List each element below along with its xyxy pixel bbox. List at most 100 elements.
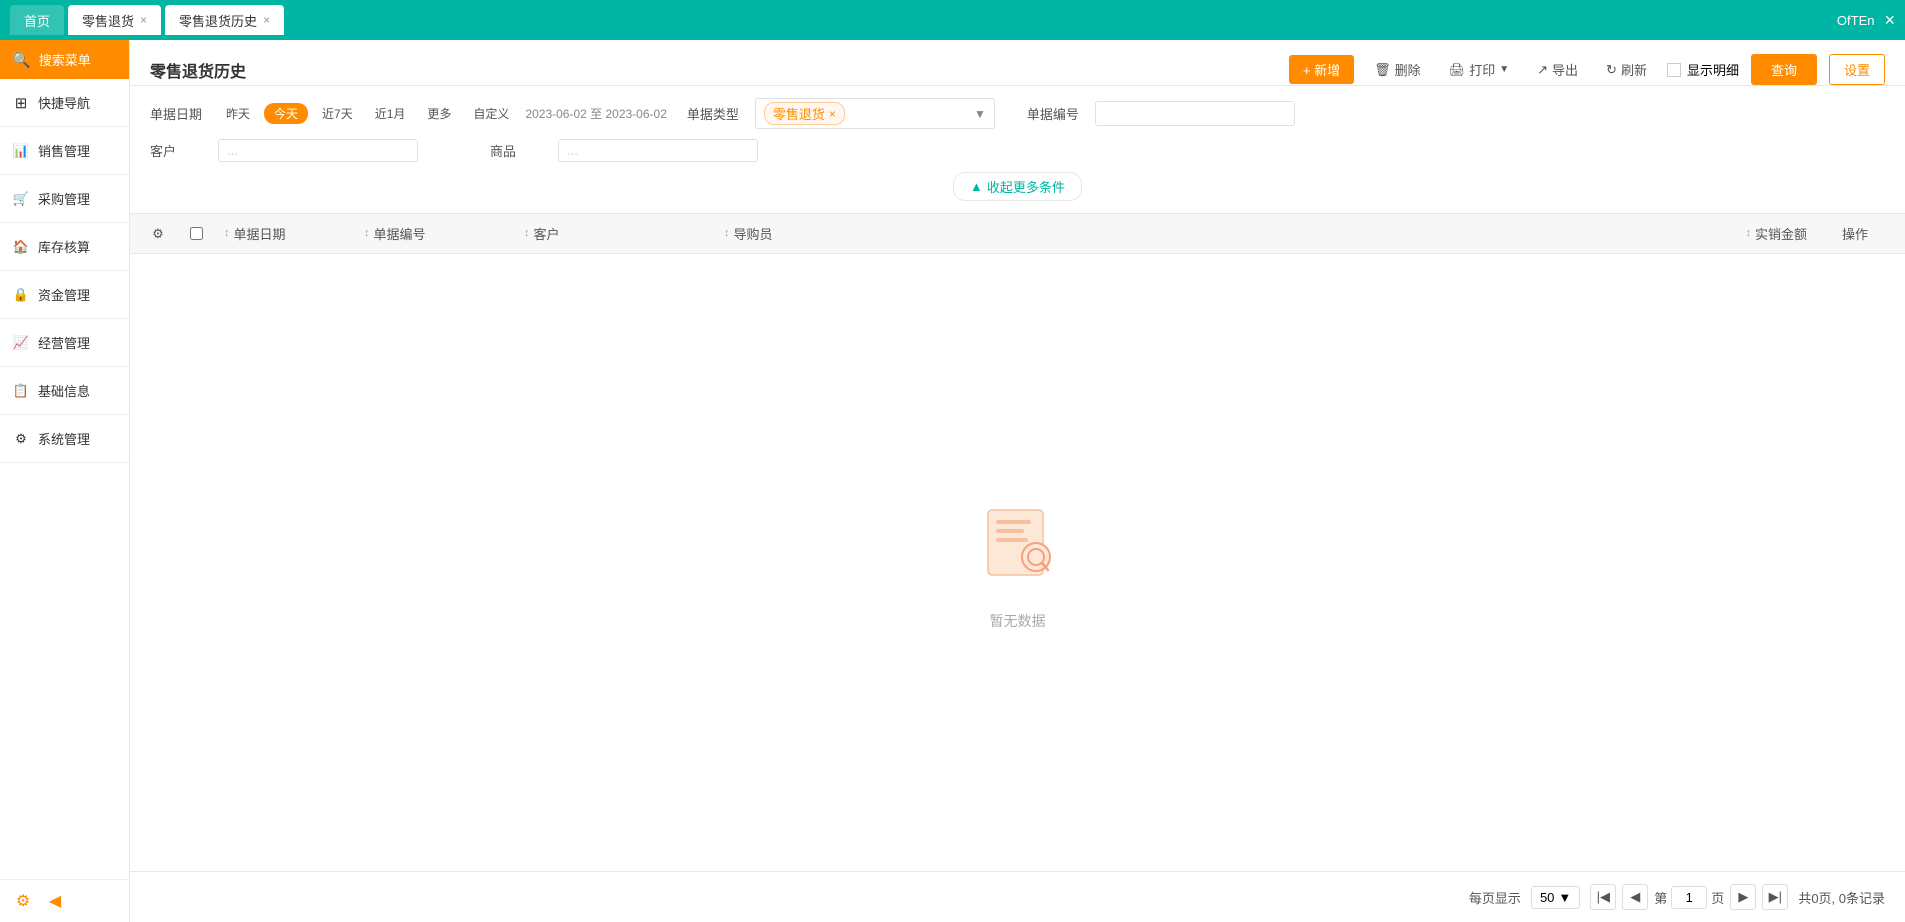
- collapse-sidebar-icon[interactable]: ◀: [44, 890, 66, 912]
- filter-area: 单据日期 昨天 今天 近7天 近1月 更多 自定义 2023-06-02 至 2…: [130, 86, 1905, 214]
- bill-type-tag-close[interactable]: ×: [829, 107, 836, 121]
- page-nav: |◀ ◀ 第 页 ▶ ▶|: [1590, 884, 1788, 910]
- goods-filter-group: 商品 ...: [490, 139, 810, 162]
- show-detail-label: 显示明细: [1687, 60, 1739, 79]
- sidebar-item-quick-nav[interactable]: ⊞ 快捷导航: [0, 79, 129, 127]
- print-button[interactable]: 🖨 打印 ▼: [1441, 56, 1517, 83]
- date-range-display: 2023-06-02 至 2023-06-02: [525, 105, 666, 122]
- per-page-dropdown-icon: ▼: [1558, 890, 1571, 905]
- new-button[interactable]: + 新增: [1289, 55, 1354, 84]
- th-amount[interactable]: ↕ 实销金额: [856, 224, 1815, 243]
- goods-select[interactable]: ...: [558, 139, 758, 162]
- sidebar-item-inventory[interactable]: 🏠 库存核算: [0, 223, 129, 271]
- th-checkbox[interactable]: [176, 227, 216, 240]
- th-date[interactable]: ↕ 单据日期: [216, 224, 356, 243]
- per-page-select[interactable]: 50 ▼: [1531, 886, 1580, 909]
- customer-filter-group: 客户 ...: [150, 139, 470, 162]
- select-all-checkbox[interactable]: [190, 227, 203, 240]
- purchase-mgmt-icon: 🛒: [12, 190, 30, 208]
- collapse-button[interactable]: ▲ 收起更多条件: [953, 172, 1082, 201]
- empty-state: 暂无数据: [130, 254, 1905, 871]
- tab-retail-return-history-close[interactable]: ×: [263, 13, 270, 27]
- bill-type-select[interactable]: 零售退货 × ▼: [755, 98, 995, 129]
- th-customer[interactable]: ↕ 客户: [516, 224, 716, 243]
- business-mgmt-icon: 📈: [12, 334, 30, 352]
- date-btn-yesterday[interactable]: 昨天: [218, 103, 258, 124]
- date-filters: 昨天 今天 近7天 近1月 更多 自定义: [218, 103, 517, 124]
- sidebar-item-sys-mgmt-label: 系统管理: [38, 429, 90, 448]
- export-button[interactable]: ↗ 导出: [1529, 56, 1586, 83]
- quick-nav-icon: ⊞: [12, 94, 30, 112]
- sidebar-item-business-mgmt[interactable]: 📈 经营管理: [0, 319, 129, 367]
- date-sort-icon: ↕: [224, 228, 230, 239]
- tab-home-label: 首页: [24, 11, 50, 30]
- query-button[interactable]: 查询: [1751, 54, 1817, 85]
- tab-retail-return[interactable]: 零售退货 ×: [68, 5, 161, 35]
- delete-button-label: 删除: [1395, 60, 1421, 79]
- page-number-input[interactable]: [1671, 886, 1707, 909]
- bill-no-filter-group: 单据编号: [1027, 101, 1347, 126]
- date-btn-custom[interactable]: 自定义: [465, 103, 517, 124]
- page-header: 零售退货历史 + 新增 🗑 删除 🖨 打印 ▼ ↗: [130, 40, 1905, 86]
- date-btn-more[interactable]: 更多: [419, 103, 459, 124]
- tab-retail-return-label: 零售退货: [82, 11, 134, 30]
- main-layout: 🔍 搜索菜单 ⊞ 快捷导航 📊 销售管理 🛒 采购管理 🏠 库存核算 🔒 资金管…: [0, 40, 1905, 922]
- goods-placeholder: ...: [567, 143, 578, 158]
- sidebar-item-sales-mgmt[interactable]: 📊 销售管理: [0, 127, 129, 175]
- print-arrow-icon: ▼: [1499, 64, 1509, 75]
- bill-type-tag-text: 零售退货: [773, 104, 825, 123]
- settings-button[interactable]: 设置: [1829, 54, 1885, 85]
- date-btn-today[interactable]: 今天: [264, 103, 308, 124]
- sys-mgmt-icon: ⚙: [12, 430, 30, 448]
- top-bar-right: OfTEn ×: [1837, 10, 1895, 31]
- th-bill-no[interactable]: ↕ 单据编号: [356, 224, 516, 243]
- refresh-icon: ↻: [1606, 62, 1617, 78]
- refresh-button[interactable]: ↻ 刷新: [1598, 56, 1655, 83]
- delete-icon: 🗑: [1374, 62, 1391, 78]
- customer-select[interactable]: ...: [218, 139, 418, 162]
- collapse-button-label: 收起更多条件: [987, 177, 1065, 196]
- goods-label: 商品: [490, 141, 550, 160]
- first-page-button[interactable]: |◀: [1590, 884, 1616, 910]
- tab-retail-return-history[interactable]: 零售退货历史 ×: [165, 5, 284, 35]
- sidebar-item-sales-mgmt-label: 销售管理: [38, 141, 90, 160]
- customer-placeholder: ...: [227, 143, 238, 158]
- inventory-icon: 🏠: [12, 238, 30, 256]
- last-page-button[interactable]: ▶|: [1762, 884, 1788, 910]
- next-page-button[interactable]: ▶: [1730, 884, 1756, 910]
- tab-home[interactable]: 首页: [10, 5, 64, 35]
- tab-retail-return-close[interactable]: ×: [140, 13, 147, 27]
- th-settings[interactable]: ⚙: [140, 226, 176, 242]
- search-menu-button[interactable]: 🔍 搜索菜单: [0, 40, 129, 79]
- table-header: ⚙ ↕ 单据日期 ↕ 单据编号 ↕ 客户 ↕: [130, 214, 1905, 254]
- th-action: 操作: [1815, 224, 1895, 243]
- sidebar-item-finance-mgmt[interactable]: 🔒 资金管理: [0, 271, 129, 319]
- print-button-label: 打印: [1469, 60, 1495, 79]
- page-label: 第: [1654, 888, 1667, 907]
- page-title: 零售退货历史: [150, 58, 246, 82]
- per-page-label: 每页显示: [1469, 888, 1521, 907]
- date-btn-7days[interactable]: 近7天: [314, 103, 361, 124]
- sidebar-item-purchase-mgmt[interactable]: 🛒 采购管理: [0, 175, 129, 223]
- show-detail-checkbox[interactable]: [1667, 63, 1681, 77]
- empty-icon: [968, 495, 1068, 595]
- sidebar-item-basic-info[interactable]: 📋 基础信息: [0, 367, 129, 415]
- export-button-label: 导出: [1552, 60, 1578, 79]
- window-close-button[interactable]: ×: [1884, 10, 1895, 31]
- prev-page-button[interactable]: ◀: [1622, 884, 1648, 910]
- top-bar: 首页 零售退货 × 零售退货历史 × OfTEn ×: [0, 0, 1905, 40]
- th-guide[interactable]: ↕ 导购员: [716, 224, 856, 243]
- th-action-label: 操作: [1842, 224, 1868, 243]
- th-bill-no-label: 单据编号: [374, 224, 426, 243]
- sidebar-item-sys-mgmt[interactable]: ⚙ 系统管理: [0, 415, 129, 463]
- top-bar-username: OfTEn: [1837, 13, 1875, 28]
- delete-button[interactable]: 🗑 删除: [1366, 56, 1429, 83]
- tab-retail-return-history-label: 零售退货历史: [179, 11, 257, 30]
- bill-no-input[interactable]: [1095, 101, 1295, 126]
- empty-text: 暂无数据: [990, 611, 1046, 631]
- date-btn-1month[interactable]: 近1月: [367, 103, 414, 124]
- sidebar-bottom: ⚙ ◀: [0, 879, 129, 922]
- export-icon: ↗: [1537, 62, 1548, 78]
- sidebar-item-finance-mgmt-label: 资金管理: [38, 285, 90, 304]
- settings-bottom-icon[interactable]: ⚙: [12, 890, 34, 912]
